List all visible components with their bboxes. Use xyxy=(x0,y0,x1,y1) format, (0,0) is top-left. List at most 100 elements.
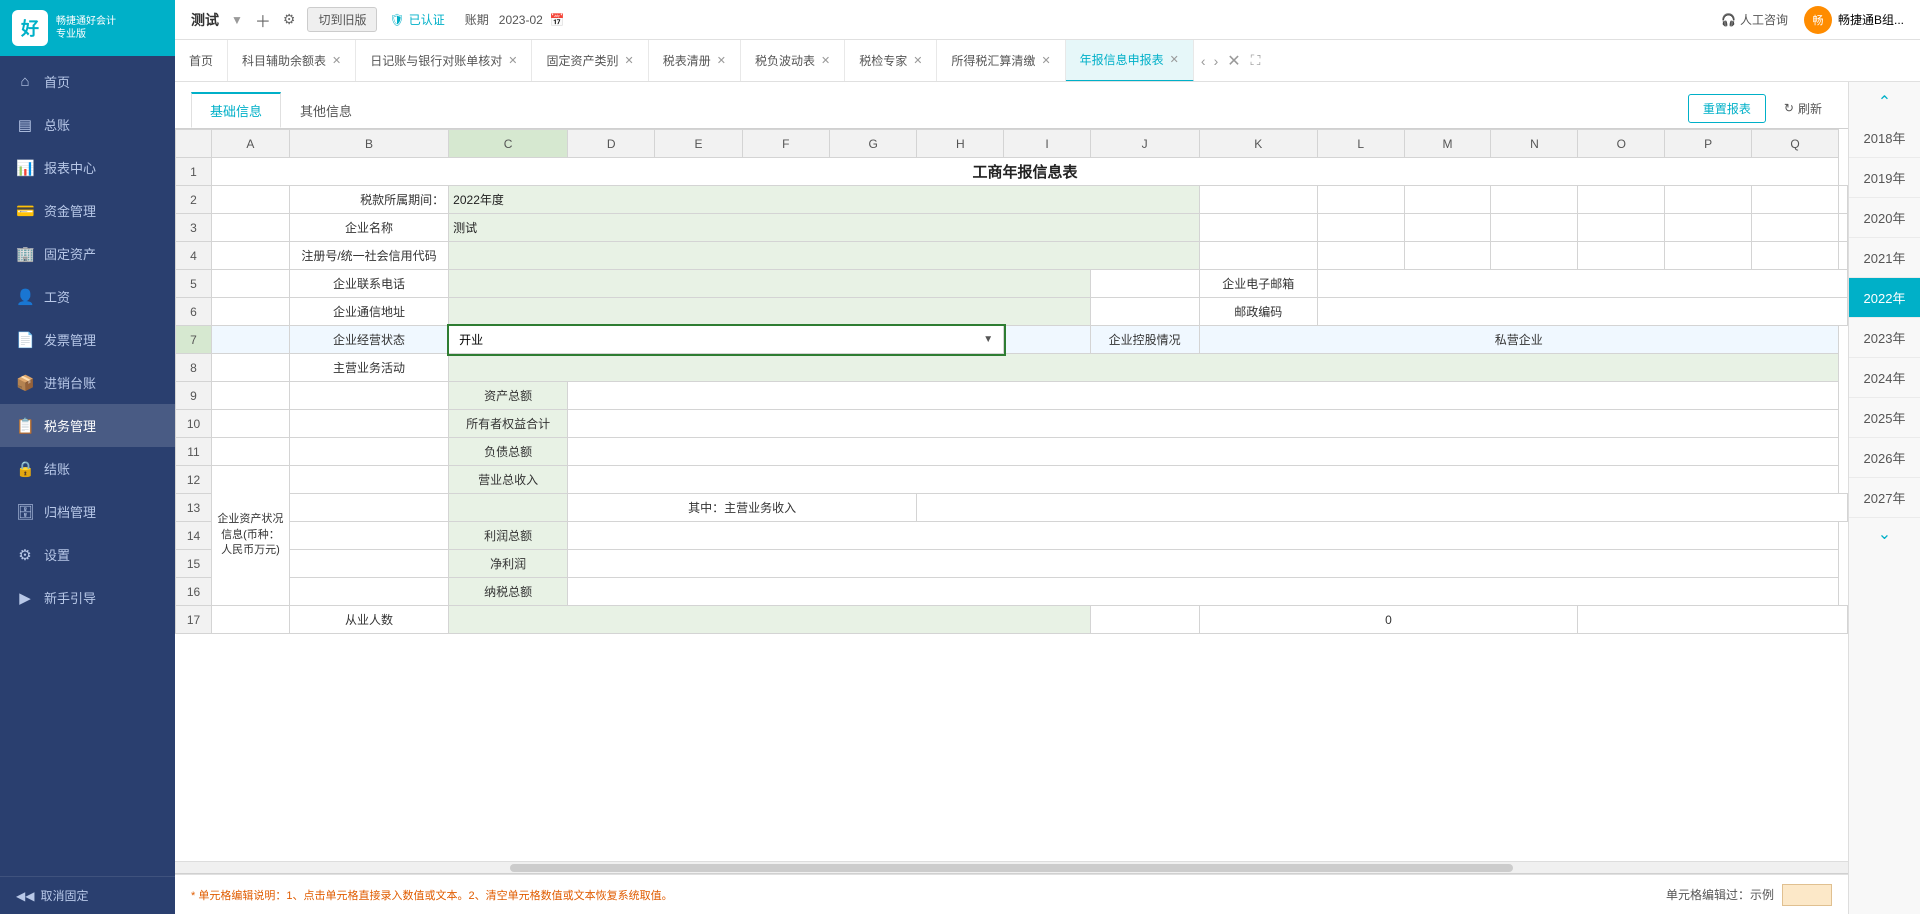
cell-2N[interactable] xyxy=(1578,186,1665,214)
cell-3L[interactable] xyxy=(1404,214,1491,242)
year-item-2026[interactable]: 2026年 xyxy=(1849,438,1920,478)
cell-5A[interactable] xyxy=(212,270,290,298)
cell-6K[interactable] xyxy=(1317,298,1847,326)
tab-taxcheck[interactable]: 税检专家 ✕ xyxy=(845,40,937,82)
sidebar-item-close[interactable]: 🔒 结账 xyxy=(0,447,175,490)
cell-4M[interactable] xyxy=(1491,242,1578,270)
tab-close-icon[interactable]: ✕ xyxy=(332,54,341,67)
service-btn[interactable]: 🎧 人工咨询 xyxy=(1721,11,1788,28)
cell-4J[interactable] xyxy=(1199,242,1317,270)
cell-3C[interactable]: 测试 xyxy=(449,214,1199,242)
cell-2C[interactable]: 2022年度 xyxy=(449,186,1199,214)
cell-6J[interactable]: 邮政编码 xyxy=(1199,298,1317,326)
year-scroll-up-btn[interactable]: ⌃ xyxy=(1849,86,1920,118)
subtab-basic[interactable]: 基础信息 xyxy=(191,92,281,128)
sidebar-item-settings[interactable]: ⚙ 设置 xyxy=(0,533,175,576)
tab-prev-btn[interactable]: ‹ xyxy=(1198,53,1209,69)
cell-3A[interactable] xyxy=(212,214,290,242)
tab-close-all-btn[interactable]: ✕ xyxy=(1223,51,1244,71)
col-header-H[interactable]: H xyxy=(917,130,1004,158)
cell-7B[interactable]: 企业经营状态 xyxy=(289,326,448,354)
cell-13D[interactable]: 其中：主营业务收入 xyxy=(567,494,916,522)
cell-12A[interactable]: 企业资产状况信息(币种：人民币万元) xyxy=(212,466,290,606)
tab-taxwave[interactable]: 税负波动表 ✕ xyxy=(741,40,845,82)
cell-2M[interactable] xyxy=(1491,186,1578,214)
cell-13C[interactable] xyxy=(449,494,568,522)
cell-3O[interactable] xyxy=(1665,214,1752,242)
tab-close-icon[interactable]: ✕ xyxy=(1041,54,1050,67)
tab-close-icon[interactable]: ✕ xyxy=(1170,53,1179,66)
year-item-2024[interactable]: 2024年 xyxy=(1849,358,1920,398)
cell-3B[interactable]: 企业名称 xyxy=(289,214,448,242)
cell-2K[interactable] xyxy=(1317,186,1404,214)
sidebar-item-reports[interactable]: 📊 报表中心 xyxy=(0,146,175,189)
cell-10C[interactable]: 所有者权益合计 xyxy=(449,410,568,438)
cell-4P[interactable] xyxy=(1752,242,1839,270)
cell-5K[interactable] xyxy=(1317,270,1847,298)
cell-11D[interactable] xyxy=(567,438,1838,466)
sidebar-item-inventory[interactable]: 📦 进销台账 xyxy=(0,361,175,404)
cell-2J[interactable] xyxy=(1199,186,1317,214)
cell-4L[interactable] xyxy=(1404,242,1491,270)
tab-taxclear[interactable]: 税表清册 ✕ xyxy=(649,40,741,82)
cell-13H[interactable] xyxy=(917,494,1848,522)
cell-16C[interactable]: 纳税总额 xyxy=(449,578,568,606)
tab-close-icon[interactable]: ✕ xyxy=(508,54,517,67)
sidebar-collapse-btn[interactable]: ◀◀ 取消固定 xyxy=(0,876,175,914)
cell-4C[interactable] xyxy=(449,242,1199,270)
cell-6I[interactable] xyxy=(1090,298,1199,326)
tab-expand-btn[interactable]: ⛶ xyxy=(1247,52,1265,69)
cell-2B[interactable]: 税款所属期间： xyxy=(289,186,448,214)
cell-10D[interactable] xyxy=(567,410,1838,438)
cell-9A[interactable] xyxy=(212,382,290,410)
tab-close-icon[interactable]: ✕ xyxy=(717,54,726,67)
title-cell[interactable]: 工商年报信息表 xyxy=(212,158,1839,186)
year-item-2018[interactable]: 2018年 xyxy=(1849,118,1920,158)
tab-next-btn[interactable]: › xyxy=(1211,53,1222,69)
cell-14D[interactable] xyxy=(567,522,1838,550)
cell-2A[interactable] xyxy=(212,186,290,214)
year-item-2021[interactable]: 2021年 xyxy=(1849,238,1920,278)
cell-3M[interactable] xyxy=(1491,214,1578,242)
cell-2Q[interactable] xyxy=(1839,186,1848,214)
cell-14C[interactable]: 利润总额 xyxy=(449,522,568,550)
cell-8B[interactable]: 主营业务活动 xyxy=(289,354,448,382)
tab-home[interactable]: 首页 xyxy=(175,40,228,82)
col-header-L[interactable]: L xyxy=(1317,130,1404,158)
tab-close-icon[interactable]: ✕ xyxy=(625,54,634,67)
cell-2L[interactable] xyxy=(1404,186,1491,214)
col-header-F[interactable]: F xyxy=(742,130,829,158)
tab-aux[interactable]: 科目辅助余额表 ✕ xyxy=(228,40,356,82)
cell-8C[interactable] xyxy=(449,354,1839,382)
cell-2O[interactable] xyxy=(1665,186,1752,214)
cell-7C[interactable]: 开业 ▼ xyxy=(449,326,1004,354)
col-header-O[interactable]: O xyxy=(1578,130,1665,158)
col-header-M[interactable]: M xyxy=(1404,130,1491,158)
cell-6A[interactable] xyxy=(212,298,290,326)
cell-17B[interactable]: 从业人数 xyxy=(289,606,448,634)
cell-17A[interactable] xyxy=(212,606,290,634)
cell-17C[interactable] xyxy=(449,606,1091,634)
cell-4N[interactable] xyxy=(1578,242,1665,270)
year-item-2023[interactable]: 2023年 xyxy=(1849,318,1920,358)
tab-close-icon[interactable]: ✕ xyxy=(913,54,922,67)
cell-4B[interactable]: 注册号/统一社会信用代码 xyxy=(289,242,448,270)
cell-5B[interactable]: 企业联系电话 xyxy=(289,270,448,298)
cell-13B[interactable] xyxy=(289,494,448,522)
sidebar-item-archive[interactable]: 🗄 归档管理 xyxy=(0,490,175,533)
col-header-B[interactable]: B xyxy=(289,130,448,158)
sidebar-item-wages[interactable]: 👤 工资 xyxy=(0,275,175,318)
cell-17I[interactable] xyxy=(1090,606,1199,634)
cell-2P[interactable] xyxy=(1752,186,1839,214)
col-header-D[interactable]: D xyxy=(567,130,654,158)
chevron-down-icon[interactable]: ▼ xyxy=(983,334,993,345)
year-item-2020[interactable]: 2020年 xyxy=(1849,198,1920,238)
cell-11B[interactable] xyxy=(289,438,448,466)
cell-7A[interactable] xyxy=(212,326,290,354)
hscrollbar[interactable] xyxy=(175,861,1848,873)
col-header-K[interactable]: K xyxy=(1199,130,1317,158)
cell-15D[interactable] xyxy=(567,550,1838,578)
cell-5J[interactable]: 企业电子邮箱 xyxy=(1199,270,1317,298)
col-header-N[interactable]: N xyxy=(1491,130,1578,158)
cell-3K[interactable] xyxy=(1317,214,1404,242)
